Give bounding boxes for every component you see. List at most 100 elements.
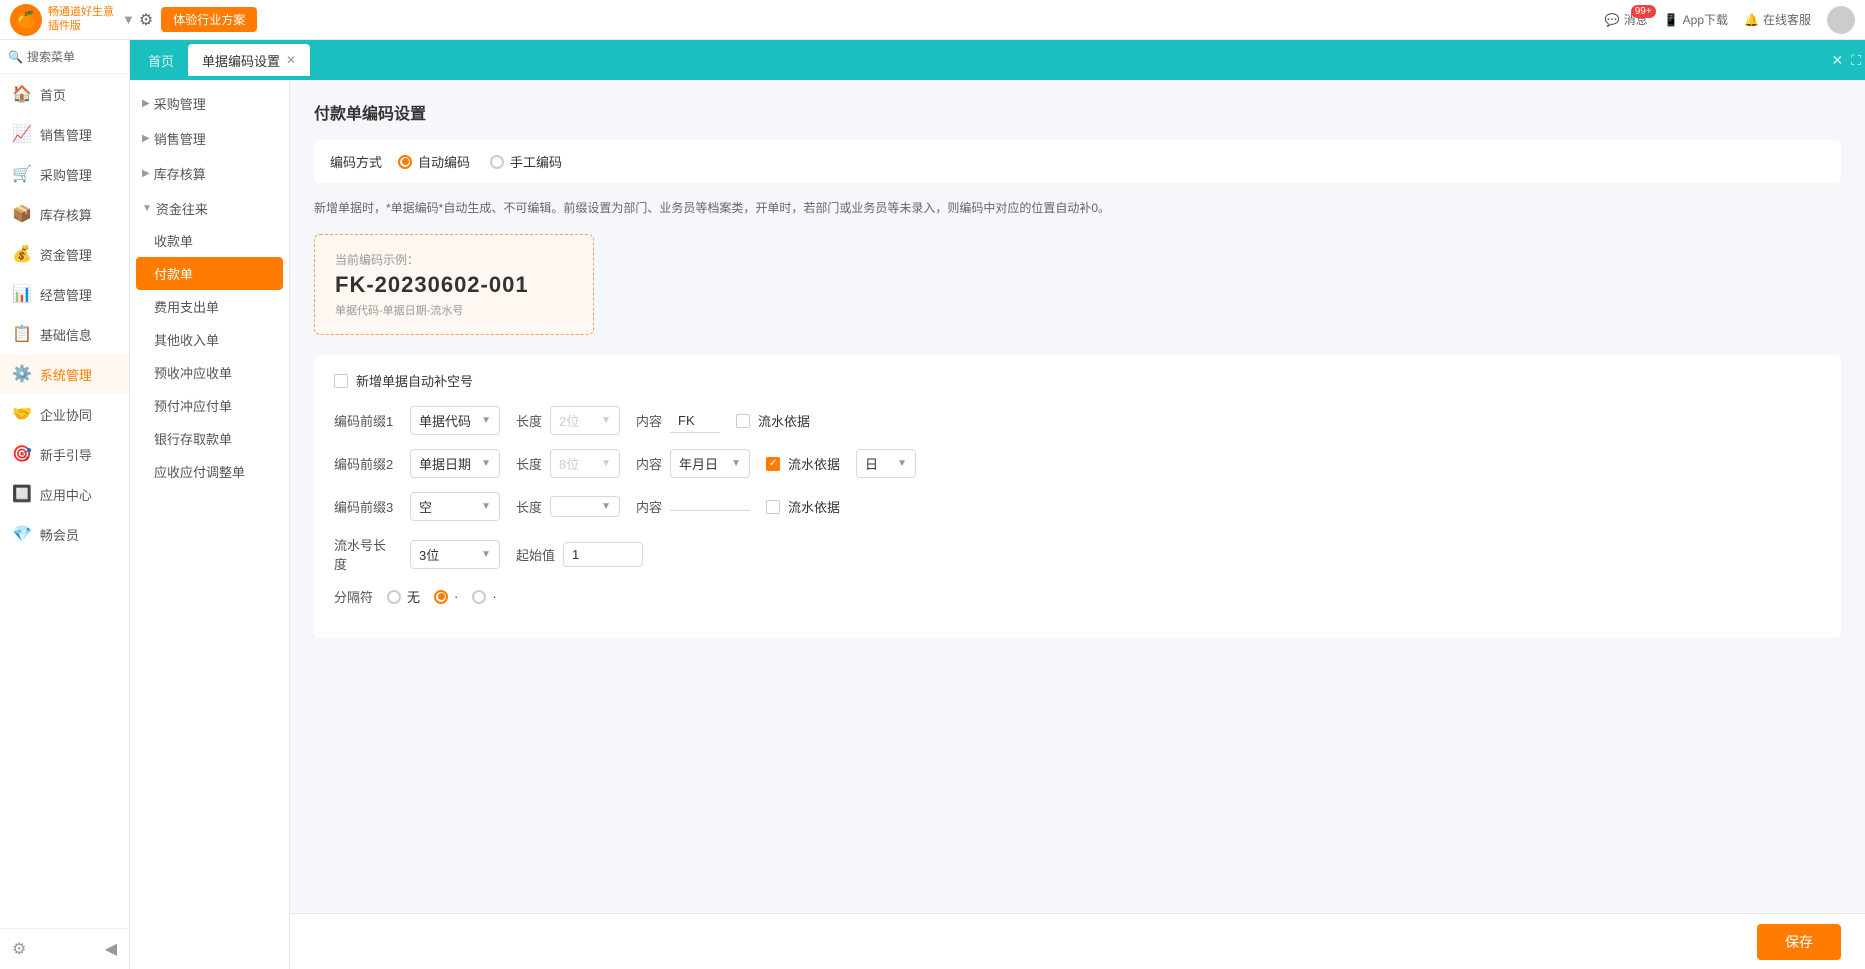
start-value-label: 起始值 (516, 545, 555, 564)
stream-2-checkbox[interactable]: ✓ (766, 457, 780, 471)
sub-group-inventory-title[interactable]: ▶ 库存核算 (130, 158, 289, 189)
length-label-2: 长度 (516, 454, 542, 473)
sidebar-settings-icon[interactable]: ⚙ (12, 939, 26, 959)
prefix-3-length-select[interactable]: ▼ (550, 496, 620, 517)
sidebar-search[interactable]: 🔍 搜索菜单 (0, 40, 129, 74)
experience-button[interactable]: 体验行业方案 (161, 7, 257, 32)
brand-logo-icon: 🍊 (16, 10, 36, 30)
home-icon: 🏠 (12, 84, 32, 104)
auto-fill-label: 新增单据自动补空号 (356, 371, 473, 390)
sep-dot2-radio[interactable]: · (472, 589, 496, 604)
form-area: 新增单据自动补空号 编码前缀1 单据代码 ▼ 长度 (314, 355, 1841, 638)
top-bar-left: 🍊 畅通道好生意 插件版 ▼ ⚙ 体验行业方案 (10, 4, 257, 36)
auto-radio-label: 自动编码 (418, 152, 470, 171)
sep-dot2-label: · (492, 589, 496, 604)
period-select[interactable]: 日 ▼ (856, 449, 916, 478)
sidebar-item-enterprise[interactable]: 🤝 企业协同 (0, 394, 129, 434)
content-2-select[interactable]: 年月日 ▼ (670, 449, 750, 478)
tab-maximize-icon[interactable]: ⛶ (1851, 52, 1861, 69)
main-content: ▶ 采购管理 ▶ 销售管理 ▶ 库存核算 (130, 80, 1865, 969)
online-service-button[interactable]: 🔔 在线客服 (1744, 11, 1811, 28)
sidebar-item-sales[interactable]: 📈 销售管理 (0, 114, 129, 154)
content-panel: 付款单编码设置 编码方式 自动编码 手工编码 (290, 80, 1865, 969)
sub-item-advance-receivable[interactable]: 预收冲应收单 (130, 356, 289, 389)
prefix-row-1: 编码前缀1 单据代码 ▼ 长度 2位 ▼ (334, 406, 1821, 435)
brand-logo: 🍊 (10, 4, 42, 36)
sub-sidebar: ▶ 采购管理 ▶ 销售管理 ▶ 库存核算 (130, 80, 290, 969)
sub-item-receipts[interactable]: 收款单 (130, 224, 289, 257)
tab-minimize-icon[interactable]: ✕ (1831, 52, 1843, 69)
sub-item-bank-deposit[interactable]: 银行存取款单 (130, 422, 289, 455)
member-icon: 💎 (12, 524, 32, 544)
period-arrow: ▼ (897, 458, 907, 469)
start-value-input[interactable] (563, 542, 643, 567)
sub-item-payment[interactable]: 付款单 (136, 257, 283, 290)
sidebar-collapse-icon[interactable]: ◀ (105, 939, 117, 959)
manual-encoding-radio[interactable]: 手工编码 (490, 152, 562, 171)
sub-item-other-income[interactable]: 其他收入单 (130, 323, 289, 356)
stream-1-checkbox[interactable] (736, 414, 750, 428)
sidebar-item-inventory[interactable]: 📦 库存核算 (0, 194, 129, 234)
sub-group-label: 库存核算 (154, 164, 206, 183)
prefix-2-select[interactable]: 单据日期 ▼ (410, 449, 500, 478)
tab-home[interactable]: 首页 (134, 44, 188, 76)
sidebar-item-label: 畅会员 (40, 525, 79, 544)
guide-icon: 🎯 (12, 444, 32, 464)
content-label-1: 内容 (636, 411, 662, 430)
settings-icon[interactable]: ⚙ (139, 10, 153, 30)
period-value: 日 (865, 454, 878, 473)
length-2-value: 8位 (559, 454, 579, 473)
sub-group-capital-title[interactable]: ▼ 资金往来 (130, 193, 289, 224)
sidebar-item-home[interactable]: 🏠 首页 (0, 74, 129, 114)
sub-item-advance-payable[interactable]: 预付冲应付单 (130, 389, 289, 422)
preview-desc: 单据代码-单据日期-流水号 (335, 302, 573, 318)
tab-close-icon[interactable]: ✕ (286, 53, 296, 67)
sidebar-item-label: 销售管理 (40, 125, 92, 144)
sidebar-item-label: 资金管理 (40, 245, 92, 264)
sidebar-item-guide[interactable]: 🎯 新手引导 (0, 434, 129, 474)
user-avatar[interactable] (1827, 6, 1855, 34)
preview-box: 当前编码示例： FK-20230602-001 单据代码-单据日期-流水号 (314, 234, 594, 335)
sub-group-capital: ▼ 资金往来 收款单 付款单 费用支出单 其他收入单 预收冲应收单 预付冲应付单… (130, 193, 289, 488)
sidebar-item-operations[interactable]: 📊 经营管理 (0, 274, 129, 314)
dropdown-arrow-icon[interactable]: ▼ (122, 12, 135, 27)
sub-item-expenses[interactable]: 费用支出单 (130, 290, 289, 323)
content-area: 付款单编码设置 编码方式 自动编码 手工编码 (290, 80, 1865, 913)
sidebar-item-member[interactable]: 💎 畅会员 (0, 514, 129, 554)
sub-group-sales-title[interactable]: ▶ 销售管理 (130, 123, 289, 154)
messages-button[interactable]: 💬 消息 99+ (1605, 11, 1648, 28)
top-bar-controls: ▼ ⚙ (122, 10, 153, 30)
sidebar-item-basic[interactable]: 📋 基础信息 (0, 314, 129, 354)
prefix-1-content-group: 内容 FK (636, 409, 720, 433)
serial-row: 流水号长度 3位 ▼ 起始值 (334, 535, 1821, 573)
auto-encoding-radio[interactable]: 自动编码 (398, 152, 470, 171)
save-button[interactable]: 保存 (1757, 924, 1841, 960)
stream-2-label: 流水依据 (788, 454, 840, 473)
prefix-2-arrow: ▼ (481, 458, 491, 469)
stream-3-label: 流水依据 (788, 497, 840, 516)
auto-radio-dot (398, 155, 412, 169)
sidebar-item-apps[interactable]: 🔲 应用中心 (0, 474, 129, 514)
messages-badge: 99+ (1631, 5, 1656, 18)
search-icon: 🔍 (8, 50, 23, 64)
stream-3-checkbox[interactable] (766, 500, 780, 514)
sep-dot-dot (434, 590, 448, 604)
sep-dot-radio[interactable]: · (434, 589, 458, 604)
brand-name: 畅通道好生意 (48, 6, 114, 19)
sidebar-item-purchase[interactable]: 🛒 采购管理 (0, 154, 129, 194)
sidebar-item-finance[interactable]: 💰 资金管理 (0, 234, 129, 274)
sub-item-ar-ap-adjust[interactable]: 应收应付调整单 (130, 455, 289, 488)
serial-length-select[interactable]: 3位 ▼ (410, 540, 500, 569)
prefix-1-select[interactable]: 单据代码 ▼ (410, 406, 500, 435)
app-download-button[interactable]: 📱 App下载 (1664, 11, 1728, 28)
auto-fill-checkbox[interactable] (334, 374, 348, 388)
sidebar-item-label: 首页 (40, 85, 66, 104)
prefix-3-content-group: 内容 (636, 497, 750, 516)
tab-encoding[interactable]: 单据编码设置 ✕ (188, 44, 310, 76)
sep-none-radio[interactable]: 无 (387, 587, 420, 606)
sub-group-purchase-title[interactable]: ▶ 采购管理 (130, 88, 289, 119)
sidebar-item-system[interactable]: ⚙️ 系统管理 (0, 354, 129, 394)
content-label-3: 内容 (636, 497, 662, 516)
basic-icon: 📋 (12, 324, 32, 344)
prefix-3-select[interactable]: 空 ▼ (410, 492, 500, 521)
